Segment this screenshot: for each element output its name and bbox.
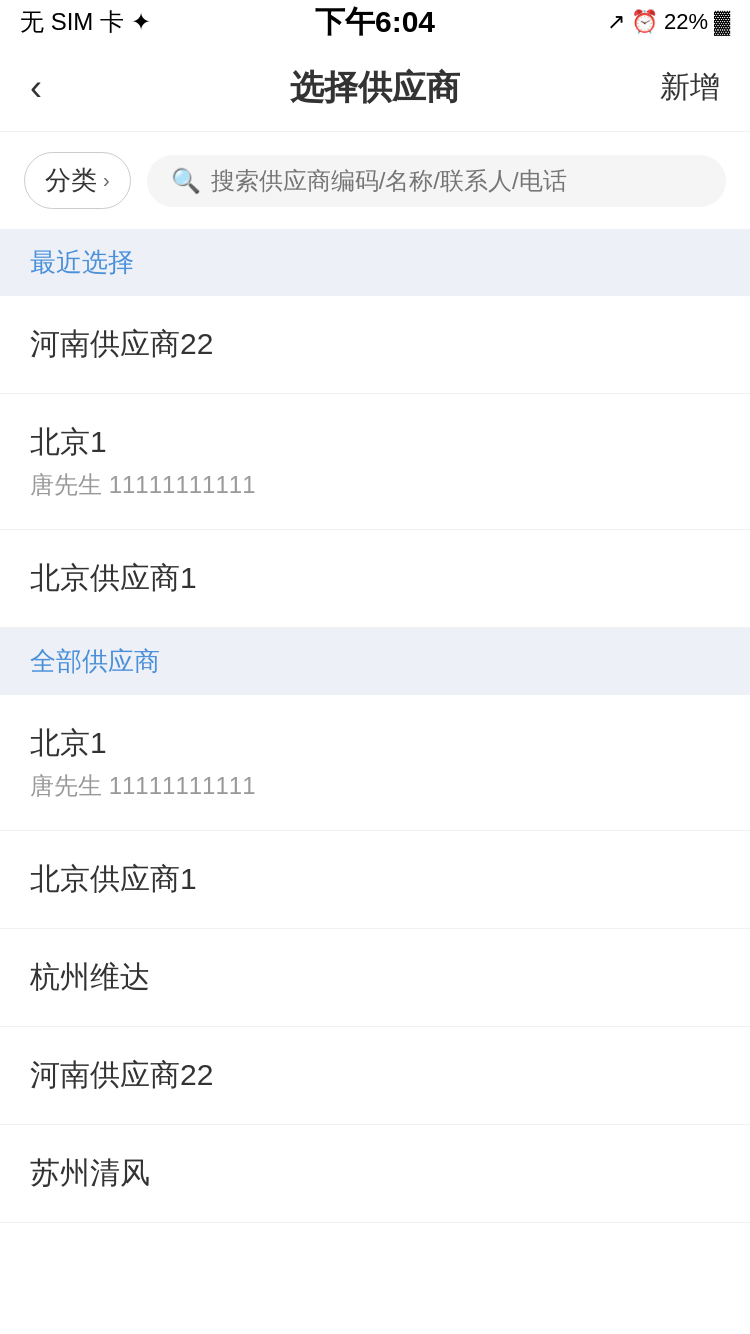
- list-item[interactable]: 北京1 唐先生 11111111111: [0, 695, 750, 831]
- location-icon: ↗: [607, 9, 625, 35]
- item-name: 河南供应商22: [30, 324, 720, 365]
- item-name: 北京1: [30, 422, 720, 463]
- nav-bar: ‹ 选择供应商 新增: [0, 44, 750, 132]
- filter-bar: 分类 › 🔍: [0, 132, 750, 229]
- battery-icon: ▓: [714, 9, 730, 35]
- list-item[interactable]: 苏州清风: [0, 1125, 750, 1223]
- search-box: 🔍: [147, 155, 726, 207]
- recent-section-header: 最近选择: [0, 229, 750, 296]
- status-left: 无 SIM 卡 ✦: [20, 6, 151, 38]
- battery-label: 22%: [664, 9, 708, 35]
- item-sub: 唐先生 11111111111: [30, 469, 720, 501]
- list-item[interactable]: 北京供应商1: [0, 831, 750, 929]
- page-title: 选择供应商: [290, 65, 460, 111]
- alarm-icon: ⏰: [631, 9, 658, 35]
- all-list: 北京1 唐先生 11111111111 北京供应商1 杭州维达河南供应商22 苏州清风: [0, 695, 750, 1223]
- status-time: 下午6:04: [315, 2, 435, 43]
- all-section-header: 全部供应商: [0, 628, 750, 695]
- back-button[interactable]: ‹: [20, 57, 52, 119]
- item-sub: 唐先生 11111111111: [30, 770, 720, 802]
- item-name: 北京供应商1: [30, 859, 720, 900]
- list-item[interactable]: 河南供应商22: [0, 1027, 750, 1125]
- search-input[interactable]: [211, 167, 702, 195]
- list-item[interactable]: 北京供应商1: [0, 530, 750, 628]
- search-icon: 🔍: [171, 167, 201, 195]
- category-button[interactable]: 分类 ›: [24, 152, 131, 209]
- category-label: 分类: [45, 163, 97, 198]
- item-name: 杭州维达: [30, 957, 720, 998]
- recent-list: 河南供应商22 北京1 唐先生 11111111111 北京供应商1: [0, 296, 750, 628]
- item-name: 苏州清风: [30, 1153, 720, 1194]
- all-section-label: 全部供应商: [30, 646, 160, 676]
- add-button[interactable]: 新增: [660, 67, 720, 108]
- status-right: ↗ ⏰ 22% ▓: [607, 9, 730, 35]
- list-item[interactable]: 北京1 唐先生 11111111111: [0, 394, 750, 530]
- status-bar: 无 SIM 卡 ✦ 下午6:04 ↗ ⏰ 22% ▓: [0, 0, 750, 44]
- item-name: 北京1: [30, 723, 720, 764]
- recent-section-label: 最近选择: [30, 247, 134, 277]
- item-name: 北京供应商1: [30, 558, 720, 599]
- list-item[interactable]: 杭州维达: [0, 929, 750, 1027]
- chevron-right-icon: ›: [103, 169, 110, 192]
- list-item[interactable]: 河南供应商22: [0, 296, 750, 394]
- item-name: 河南供应商22: [30, 1055, 720, 1096]
- no-sim-label: 无 SIM 卡 ✦: [20, 6, 151, 38]
